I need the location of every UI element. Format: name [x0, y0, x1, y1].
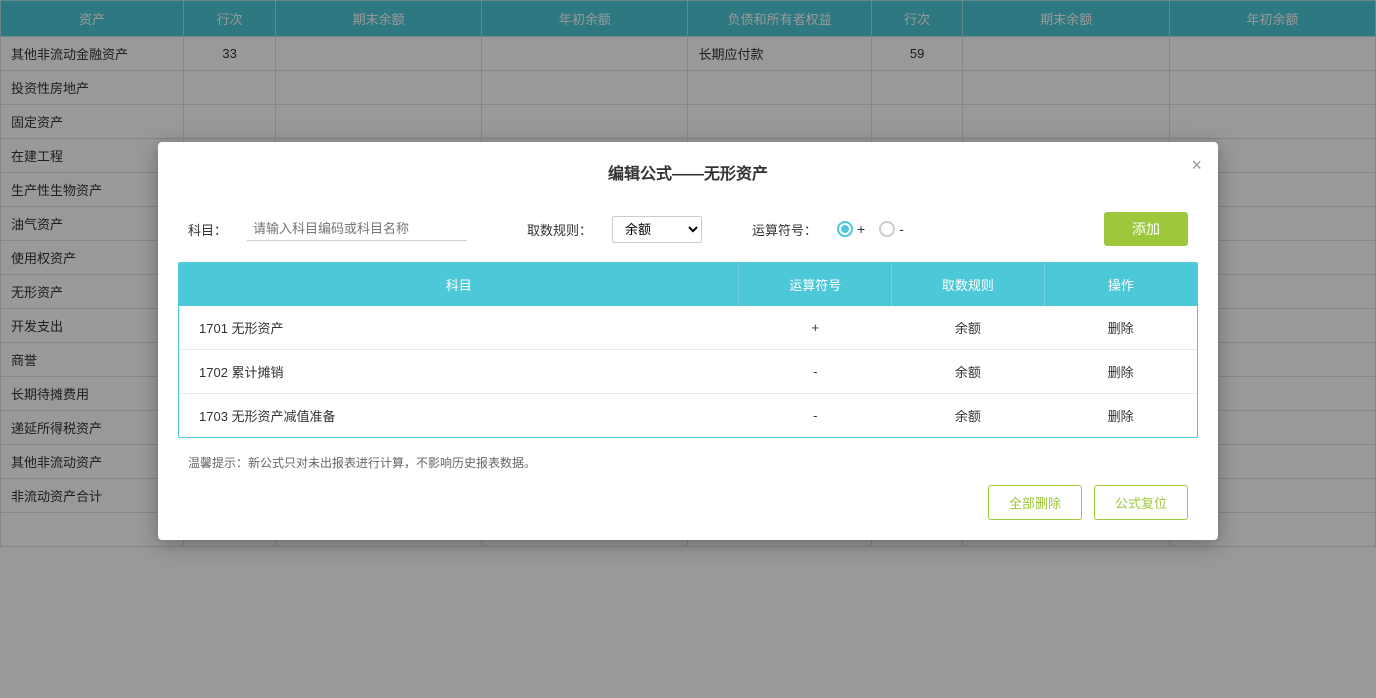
th-subject: 科目 [179, 263, 739, 306]
modal-header: 编辑公式——无形资产 × [158, 142, 1218, 200]
radio-plus-circle [837, 221, 853, 237]
formula-rule: 余额 [892, 394, 1045, 438]
delete-row-button[interactable]: 删除 [1044, 306, 1197, 350]
formula-subject: 1701 无形资产 [179, 306, 739, 350]
reset-formula-button[interactable]: 公式复位 [1094, 485, 1188, 520]
radio-plus[interactable]: + [837, 221, 865, 237]
close-icon[interactable]: × [1191, 156, 1202, 174]
formula-operator: - [739, 394, 892, 438]
rule-select[interactable]: 余额 借方 贷方 借方发生额 贷方发生额 [612, 216, 702, 243]
subject-label: 科目： [188, 220, 227, 239]
edit-formula-modal: 编辑公式——无形资产 × 科目： 取数规则： 余额 借方 贷方 借方发生额 贷方… [158, 142, 1218, 540]
formula-rule: 余额 [892, 350, 1045, 394]
formula-row: 1701 无形资产+余额删除 [179, 306, 1197, 350]
delete-row-button[interactable]: 删除 [1044, 350, 1197, 394]
operator-label: 运算符号： [752, 220, 817, 239]
th-operator: 运算符号 [739, 263, 892, 306]
form-row: 科目： 取数规则： 余额 借方 贷方 借方发生额 贷方发生额 运算符号： + -… [158, 200, 1218, 262]
radio-minus-circle [879, 221, 895, 237]
add-button[interactable]: 添加 [1104, 212, 1188, 246]
rule-select-group: 余额 借方 贷方 借方发生额 贷方发生额 [612, 216, 702, 243]
formula-operator: - [739, 350, 892, 394]
th-action: 操作 [1044, 263, 1197, 306]
operator-radio-group: + - [837, 221, 904, 237]
radio-minus[interactable]: - [879, 221, 904, 237]
delete-row-button[interactable]: 删除 [1044, 394, 1197, 438]
formula-subject: 1702 累计摊销 [179, 350, 739, 394]
formula-subject: 1703 无形资产减值准备 [179, 394, 739, 438]
footer-hint: 温馨提示：新公式只对未出报表进行计算，不影响历史报表数据。 [158, 438, 1218, 475]
formula-table: 科目 运算符号 取数规则 操作 1701 无形资产+余额删除1702 累计摊销-… [178, 262, 1198, 438]
formula-operator: + [739, 306, 892, 350]
formula-rule: 余额 [892, 306, 1045, 350]
formula-row: 1702 累计摊销-余额删除 [179, 350, 1197, 394]
footer-buttons: 全部删除 公式复位 [158, 475, 1218, 520]
radio-plus-label: + [857, 221, 865, 237]
delete-all-button[interactable]: 全部删除 [988, 485, 1082, 520]
subject-input[interactable] [247, 217, 467, 241]
rule-label: 取数规则： [527, 220, 592, 239]
th-rule: 取数规则 [892, 263, 1045, 306]
radio-minus-label: - [899, 221, 904, 237]
modal-title: 编辑公式——无形资产 [608, 160, 768, 184]
formula-row: 1703 无形资产减值准备-余额删除 [179, 394, 1197, 438]
